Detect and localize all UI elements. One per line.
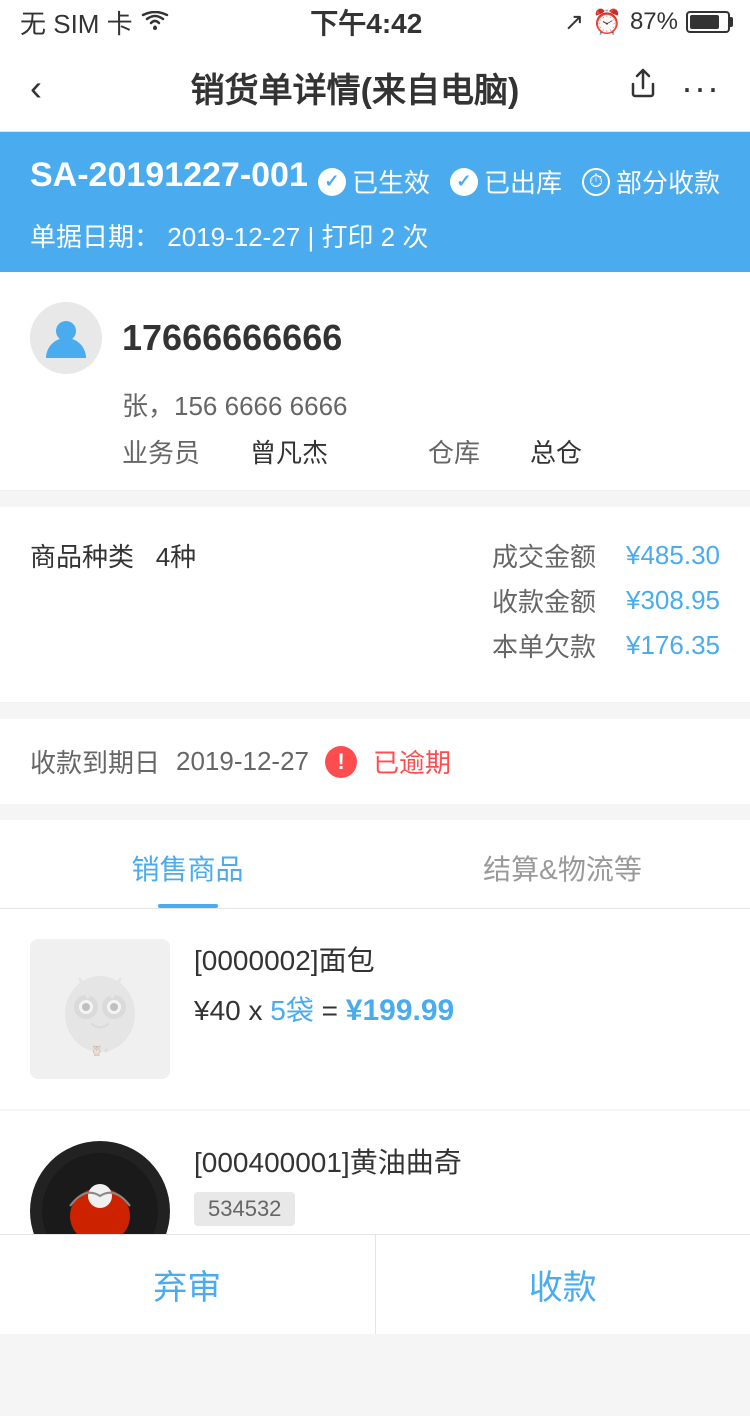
stats-right: 成交金额 ¥485.30 收款金额 ¥308.95 本单欠款 ¥176.35 [492, 537, 720, 672]
salesperson-value: 曾凡杰 [250, 433, 328, 470]
tabs-section: 销售商品 结算&物流等 [0, 820, 750, 909]
customer-row: 17666666666 [30, 302, 720, 374]
back-button[interactable]: ‹ [30, 67, 90, 109]
product-name-1: [0000002]面包 [194, 939, 720, 979]
check-icon-1: ✓ [318, 168, 346, 196]
customer-section: 17666666666 张，156 6666 6666 业务员 曾凡杰 仓库 总… [0, 272, 750, 491]
battery-icon [686, 11, 730, 33]
nav-bar: ‹ 销货单详情(来自电脑) ··· [0, 44, 750, 132]
received-value: ¥308.95 [626, 585, 720, 616]
product-price-1: ¥40 x 5袋 = ¥199.99 [194, 989, 720, 1029]
alarm-icon: ⏰ [592, 8, 622, 37]
share-icon[interactable] [625, 66, 661, 109]
more-icon[interactable]: ··· [681, 67, 720, 109]
product-total-1: ¥199.99 [346, 994, 454, 1027]
salesperson-label: 业务员 [122, 433, 200, 470]
product-info-1: [0000002]面包 ¥40 x 5袋 = ¥199.99 [194, 939, 720, 1029]
customer-phone[interactable]: 17666666666 [122, 317, 342, 359]
product-item: 🦉+ [0000002]面包 ¥40 x 5袋 = ¥199.99 [0, 909, 750, 1109]
stats-left: 商品种类 4种 [30, 537, 196, 582]
due-section: 收款到期日 2019-12-27 ! 已逾期 [0, 719, 750, 804]
product-types-item: 商品种类 4种 [30, 537, 196, 574]
collect-payment-button[interactable]: 收款 [376, 1235, 750, 1334]
svg-text:🦉+: 🦉+ [91, 1045, 109, 1057]
debt-row: 本单欠款 ¥176.35 [492, 627, 720, 664]
check-icon-2: ✓ [450, 168, 478, 196]
clock-icon: ⏱ [582, 168, 610, 196]
product-image-1: 🦉+ [30, 939, 170, 1079]
wifi-icon [141, 7, 169, 38]
status-left: 无 SIM 卡 [20, 4, 169, 41]
overdue-icon: ! [325, 746, 357, 778]
order-number: SA-20191227-001 [30, 156, 308, 195]
customer-meta: 业务员 曾凡杰 仓库 总仓 [122, 433, 720, 470]
order-date: 2019-12-27 [167, 222, 300, 252]
cancel-audit-button[interactable]: 弃审 [0, 1235, 376, 1334]
due-label: 收款到期日 [30, 743, 160, 780]
tab-settlement[interactable]: 结算&物流等 [375, 820, 750, 908]
battery-percent: 87% [630, 8, 678, 36]
status-shipped: ✓ 已出库 [450, 163, 562, 200]
bottom-bar: 弃审 收款 [0, 1234, 750, 1334]
status-right: ↗ ⏰ 87% [564, 8, 730, 37]
product-name-2: [000400001]黄油曲奇 [194, 1141, 720, 1181]
order-date-row: 单据日期： 2019-12-27 | 打印 2 次 [30, 217, 720, 254]
amount-value: ¥485.30 [626, 540, 720, 571]
order-status-badges: ✓ 已生效 ✓ 已出库 ⏱ 部分收款 [318, 163, 720, 200]
status-effective: ✓ 已生效 [318, 163, 430, 200]
warehouse-value: 总仓 [530, 433, 582, 470]
stats-section: 商品种类 4种 成交金额 ¥485.30 收款金额 ¥308.95 本单欠款 ¥… [0, 507, 750, 703]
overdue-text: 已逾期 [373, 743, 451, 780]
page-title: 销货单详情(来自电脑) [90, 63, 620, 112]
warehouse-label: 仓库 [428, 433, 480, 470]
location-icon: ↗ [564, 8, 584, 37]
carrier-label: 无 SIM 卡 [20, 4, 133, 41]
tab-sales-products[interactable]: 销售商品 [0, 820, 375, 908]
status-time: 下午4:42 [310, 2, 422, 42]
debt-value: ¥176.35 [626, 630, 720, 661]
header-banner: SA-20191227-001 ✓ 已生效 ✓ 已出库 ⏱ 部分收款 单据日期：… [0, 132, 750, 272]
amount-row: 成交金额 ¥485.30 [492, 537, 720, 574]
avatar [30, 302, 102, 374]
due-date: 2019-12-27 [176, 746, 309, 777]
status-partial-payment: ⏱ 部分收款 [582, 163, 720, 200]
received-row: 收款金额 ¥308.95 [492, 582, 720, 619]
product-qty-1: 5袋 [270, 995, 314, 1026]
product-types-value: 4种 [156, 542, 196, 572]
product-tag-2: 534532 [194, 1192, 295, 1226]
status-bar: 无 SIM 卡 下午4:42 ↗ ⏰ 87% [0, 0, 750, 44]
customer-name: 张，156 6666 6666 [122, 386, 720, 423]
nav-actions: ··· [620, 66, 720, 109]
